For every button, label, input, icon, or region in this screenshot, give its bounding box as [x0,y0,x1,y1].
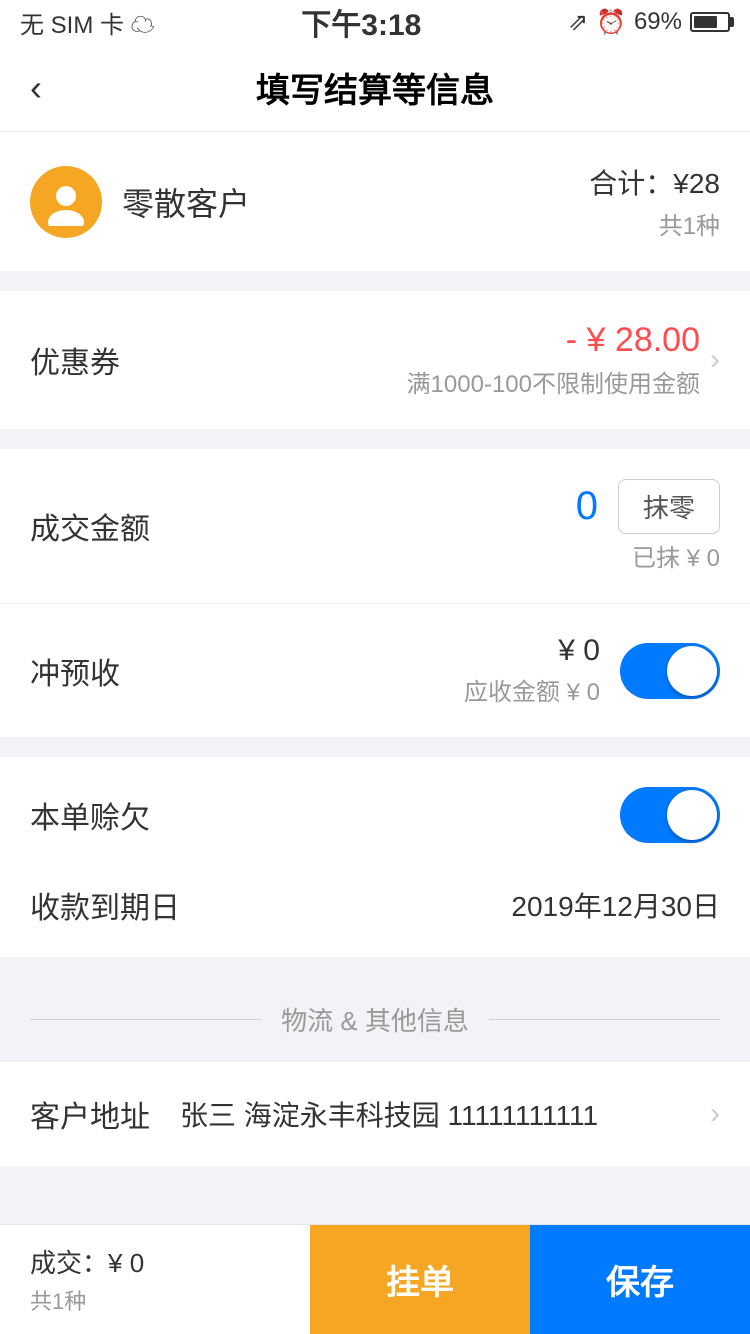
transaction-sub-text: 已抹 ¥ 0 [538,538,720,573]
bottom-summary-count: 共1种 [30,1284,280,1316]
hold-button[interactable]: 挂单 [310,1225,530,1334]
avatar-icon [42,178,90,226]
customer-avatar [30,166,102,238]
status-left: 无 SIM 卡 ☁ [20,5,155,40]
prepayment-value-col: ¥ 0 应收金额 ¥ 0 [464,634,600,707]
toggle-knob [667,646,717,696]
content: 零散客户 合计：¥28 共1种 优惠券 - ¥ 28.00 满1000-100不… [0,132,750,1306]
address-value: 张三 海淀永丰科技园 11111111111 [180,1094,710,1134]
transaction-value-col: 0 抹零 已抹 ¥ 0 [538,479,720,573]
address-chevron-icon: › [710,1097,720,1131]
address-section: 客户地址 张三 海淀永丰科技园 11111111111 › [0,1062,750,1166]
sim-status: 无 SIM 卡 ☁ [20,5,155,40]
due-date-label: 收款到期日 [30,883,180,927]
prepayment-toggle[interactable] [620,643,720,699]
bottom-summary: 成交：¥ 0 共1种 [0,1243,310,1316]
transaction-section: 成交金额 0 抹零 已抹 ¥ 0 冲预收 ¥ 0 应收金额 ¥ 0 [0,449,750,737]
customer-right: 合计：¥28 共1种 [589,162,720,241]
due-date-row: 收款到期日 2019年12月30日 [0,873,750,957]
logistics-label: 物流 & 其他信息 [30,1001,720,1038]
battery-percent: 69% [634,8,682,36]
customer-left: 零散客户 [30,166,250,238]
round-zero-button[interactable]: 抹零 [618,479,720,534]
coupon-info: - ¥ 28.00 满1000-100不限制使用金额 [407,321,700,399]
credit-row: 本单赊欠 [0,757,750,873]
coupon-desc: 满1000-100不限制使用金额 [407,364,700,399]
transaction-right: 0 抹零 已抹 ¥ 0 [538,479,720,573]
page-title: 填写结算等信息 [256,63,494,112]
back-button[interactable]: ‹ [30,67,42,109]
prepayment-value: ¥ 0 [464,634,600,668]
credit-toggle-knob [667,790,717,840]
battery-icon [690,12,730,32]
transaction-amount[interactable]: 0 [538,484,598,529]
customer-row: 零散客户 合计：¥28 共1种 [0,132,750,271]
logistics-section-header: 物流 & 其他信息 [0,977,750,1062]
save-button[interactable]: 保存 [530,1225,750,1334]
customer-count: 共1种 [589,206,720,241]
bottom-summary-title: 成交：¥ 0 [30,1243,280,1280]
credit-label: 本单赊欠 [30,793,150,837]
coupon-amount: - ¥ 28.00 [407,321,700,360]
nav-bar: ‹ 填写结算等信息 [0,44,750,132]
coupon-chevron-icon: › [710,343,720,377]
credit-right [620,787,720,843]
coupon-label: 优惠券 [30,338,120,382]
prepayment-sub-text: 应收金额 ¥ 0 [464,672,600,707]
prepayment-row: 冲预收 ¥ 0 应收金额 ¥ 0 [0,604,750,737]
customer-section: 零散客户 合计：¥28 共1种 [0,132,750,271]
prepayment-label: 冲预收 [30,649,120,693]
status-time: 下午3:18 [301,0,421,44]
summary-label: 成交： [30,1248,108,1278]
prepayment-right: ¥ 0 应收金额 ¥ 0 [464,634,720,707]
status-bar: 无 SIM 卡 ☁ 下午3:18 ⇗ ⏰ 69% [0,0,750,44]
coupon-right: - ¥ 28.00 满1000-100不限制使用金额 › [407,321,720,399]
location-icon: ⇗ [568,8,588,37]
bottom-bar: 成交：¥ 0 共1种 挂单 保存 [0,1224,750,1334]
alarm-icon: ⏰ [596,8,626,37]
status-right: ⇗ ⏰ 69% [568,8,730,37]
summary-amount: ¥ 0 [108,1248,144,1278]
address-row[interactable]: 客户地址 张三 海淀永丰科技园 11111111111 › [0,1062,750,1166]
credit-toggle[interactable] [620,787,720,843]
customer-total: 合计：¥28 [589,162,720,202]
transaction-row: 成交金额 0 抹零 已抹 ¥ 0 [0,449,750,604]
customer-name: 零散客户 [122,179,250,225]
due-date-value: 2019年12月30日 [511,885,720,925]
credit-section: 本单赊欠 收款到期日 2019年12月30日 [0,757,750,957]
transaction-label: 成交金额 [30,504,150,548]
address-label: 客户地址 [30,1092,150,1136]
coupon-row[interactable]: 优惠券 - ¥ 28.00 满1000-100不限制使用金额 › [0,291,750,429]
